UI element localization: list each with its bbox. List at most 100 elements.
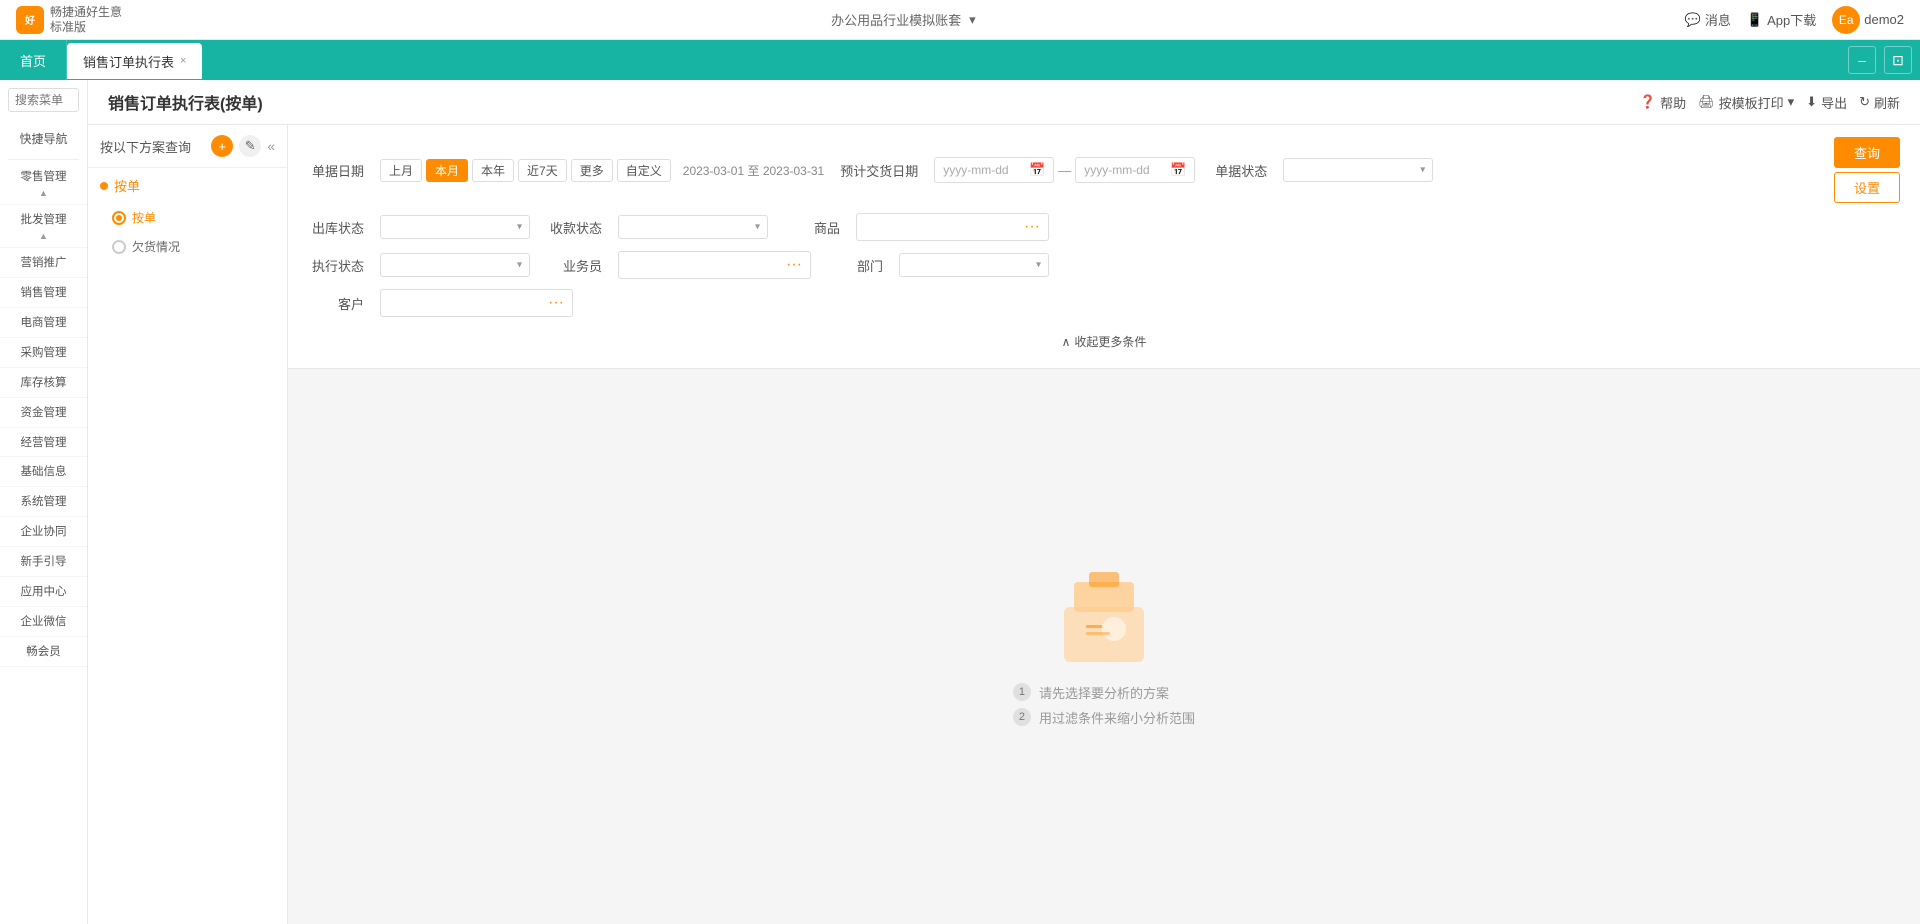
help-btn[interactable]: ❓ 帮助 — [1640, 93, 1686, 112]
tab-home[interactable]: 首页 — [0, 40, 67, 80]
sidebar: 快捷导航 零售管理 ▲ 批发管理 ▲ 营销推广 销售管理 电商管理 采购管理 — [0, 80, 88, 924]
left-panel-icons: + ✎ « — [211, 135, 275, 157]
plan-item-order[interactable]: 按单 — [88, 168, 287, 203]
empty-tip-2: 2 用过滤条件来缩小分析范围 — [1013, 708, 1195, 727]
collapse-panel-btn[interactable]: « — [267, 138, 275, 154]
sidebar-item-appstore[interactable]: 应用中心 — [0, 577, 87, 607]
date-btn-more[interactable]: 更多 — [571, 159, 613, 182]
search-btn[interactable]: 查询 — [1834, 137, 1900, 168]
filter-area: 单据日期 上月 本月 本年 近7天 更多 自定义 2023-03-01 至 20… — [288, 125, 1920, 369]
tab-close-icon[interactable]: × — [180, 55, 186, 67]
sidebar-item-operations[interactable]: 经营管理 — [0, 428, 87, 458]
topbar-center[interactable]: 办公用品行业模拟账套 ▾ — [831, 10, 976, 29]
date-btn-last-month[interactable]: 上月 — [380, 159, 422, 182]
sidebar-search-area — [0, 80, 87, 120]
customer-field[interactable]: ··· — [380, 289, 573, 317]
sub-plan-dot — [112, 211, 126, 225]
expected-date-start[interactable]: yyyy-mm-dd 📅 — [934, 157, 1054, 183]
main-layout: 快捷导航 零售管理 ▲ 批发管理 ▲ 营销推广 销售管理 电商管理 采购管理 — [0, 80, 1920, 924]
topbar-left: 好 畅捷通好生意 标准版 — [16, 5, 122, 34]
logo-icon: 好 — [16, 6, 44, 34]
payment-select[interactable] — [618, 215, 768, 239]
status-select[interactable] — [1283, 158, 1433, 182]
plan-name: 按单 — [114, 176, 140, 195]
topbar-right: 💬 消息 📱 App下载 Ea demo2 — [1685, 6, 1904, 34]
status-select-wrap — [1283, 158, 1433, 182]
sidebar-item-ecommerce[interactable]: 电商管理 — [0, 308, 87, 338]
sidebar-item-wholesale[interactable]: 批发管理 ▲ — [0, 205, 87, 248]
sidebar-item-retail[interactable]: 零售管理 ▲ — [0, 162, 87, 205]
export-btn[interactable]: ⬇ 导出 — [1806, 93, 1847, 112]
date-btn-this-year[interactable]: 本年 — [472, 159, 514, 182]
payment-select-wrap — [618, 215, 768, 239]
date-btn-7days[interactable]: 近7天 — [518, 159, 567, 182]
sidebar-item-system[interactable]: 系统管理 — [0, 487, 87, 517]
panel-layout: 按以下方案查询 + ✎ « 按单 按单 欠货情况 — [88, 125, 1920, 924]
goods-field[interactable]: ··· — [856, 213, 1049, 241]
app-download-btn[interactable]: 📱 App下载 — [1747, 10, 1816, 29]
sidebar-item-member[interactable]: 畅会员 — [0, 637, 87, 667]
dropdown-icon[interactable]: ▾ — [969, 12, 976, 28]
expected-date-end[interactable]: yyyy-mm-dd 📅 — [1075, 157, 1195, 183]
salesperson-input[interactable] — [627, 258, 782, 272]
tabbar-right: – ⊡ — [1848, 46, 1920, 74]
message-btn[interactable]: 💬 消息 — [1685, 10, 1731, 29]
sidebar-item-finance[interactable]: 资金管理 — [0, 398, 87, 428]
logo-area: 好 畅捷通好生意 标准版 — [16, 5, 122, 34]
date-btn-this-month[interactable]: 本月 — [426, 159, 468, 182]
app-icon: 📱 — [1747, 12, 1763, 28]
minimize-icon[interactable]: – — [1848, 46, 1876, 74]
calendar-end-icon: 📅 — [1170, 162, 1186, 178]
salesperson-field[interactable]: ··· — [618, 251, 811, 279]
sidebar-item-basic-info[interactable]: 基础信息 — [0, 457, 87, 487]
settings-btn[interactable]: 设置 — [1834, 172, 1900, 203]
delivery-label: 出库状态 — [308, 218, 364, 237]
sidebar-nav: 快捷导航 — [0, 120, 87, 157]
add-plan-btn[interactable]: + — [211, 135, 233, 157]
sub-plan-order[interactable]: 按单 — [88, 203, 287, 232]
tabbar: 首页 销售订单执行表 × – ⊡ — [0, 40, 1920, 80]
date-btn-custom[interactable]: 自定义 — [617, 159, 671, 182]
sidebar-item-sales[interactable]: 销售管理 — [0, 278, 87, 308]
sub-plan-name-2: 欠货情况 — [132, 238, 180, 255]
sidebar-item-quick-nav[interactable]: 快捷导航 — [8, 124, 80, 153]
search-btn-area: 查询 设置 — [1834, 137, 1900, 203]
refresh-icon: ↻ — [1859, 94, 1870, 110]
industry-label: 办公用品行业模拟账套 — [831, 10, 961, 29]
restore-icon[interactable]: ⊡ — [1884, 46, 1912, 74]
customer-input[interactable] — [389, 296, 544, 310]
message-icon: 💬 — [1685, 12, 1701, 28]
empty-num-1: 1 — [1013, 683, 1031, 701]
collapse-filter-btn[interactable]: ∧ 收起更多条件 — [308, 327, 1900, 356]
empty-text: 1 请先选择要分析的方案 2 用过滤条件来缩小分析范围 — [1013, 683, 1195, 727]
print-btn[interactable]: 🖨 按模板打印 ▾ — [1698, 93, 1794, 112]
delivery-select[interactable] — [380, 215, 530, 239]
left-panel-title: 按以下方案查询 — [100, 137, 191, 156]
salesperson-label: 业务员 — [546, 256, 602, 275]
sub-plan-stock[interactable]: 欠货情况 — [88, 232, 287, 261]
customer-dots-icon[interactable]: ··· — [548, 294, 564, 312]
sidebar-item-newbie[interactable]: 新手引导 — [0, 547, 87, 577]
goods-input[interactable] — [865, 220, 1020, 234]
sidebar-divider — [8, 159, 79, 160]
dept-select[interactable] — [899, 253, 1049, 277]
goods-dots-icon[interactable]: ··· — [1024, 218, 1040, 236]
sidebar-item-marketing[interactable]: 营销推广 — [0, 248, 87, 278]
user-avatar[interactable]: Ea demo2 — [1832, 6, 1904, 34]
refresh-btn[interactable]: ↻ 刷新 — [1859, 93, 1900, 112]
empty-state: 1 请先选择要分析的方案 2 用过滤条件来缩小分析范围 — [288, 369, 1920, 924]
sidebar-item-enterprise[interactable]: 企业协同 — [0, 517, 87, 547]
edit-plan-btn[interactable]: ✎ — [239, 135, 261, 157]
print-dropdown-icon: ▾ — [1788, 94, 1795, 110]
sub-plan-name: 按单 — [132, 209, 156, 226]
exec-select[interactable] — [380, 253, 530, 277]
sidebar-item-wechat[interactable]: 企业微信 — [0, 607, 87, 637]
sidebar-item-inventory[interactable]: 库存核算 — [0, 368, 87, 398]
search-input[interactable] — [8, 88, 79, 112]
filter-row-1: 单据日期 上月 本月 本年 近7天 更多 自定义 2023-03-01 至 20… — [308, 137, 1900, 203]
tab-active[interactable]: 销售订单执行表 × — [67, 43, 202, 79]
svg-text:好: 好 — [24, 14, 35, 27]
salesperson-dots-icon[interactable]: ··· — [786, 256, 802, 274]
sidebar-item-purchase[interactable]: 采购管理 — [0, 338, 87, 368]
calendar-start-icon: 📅 — [1029, 162, 1045, 178]
